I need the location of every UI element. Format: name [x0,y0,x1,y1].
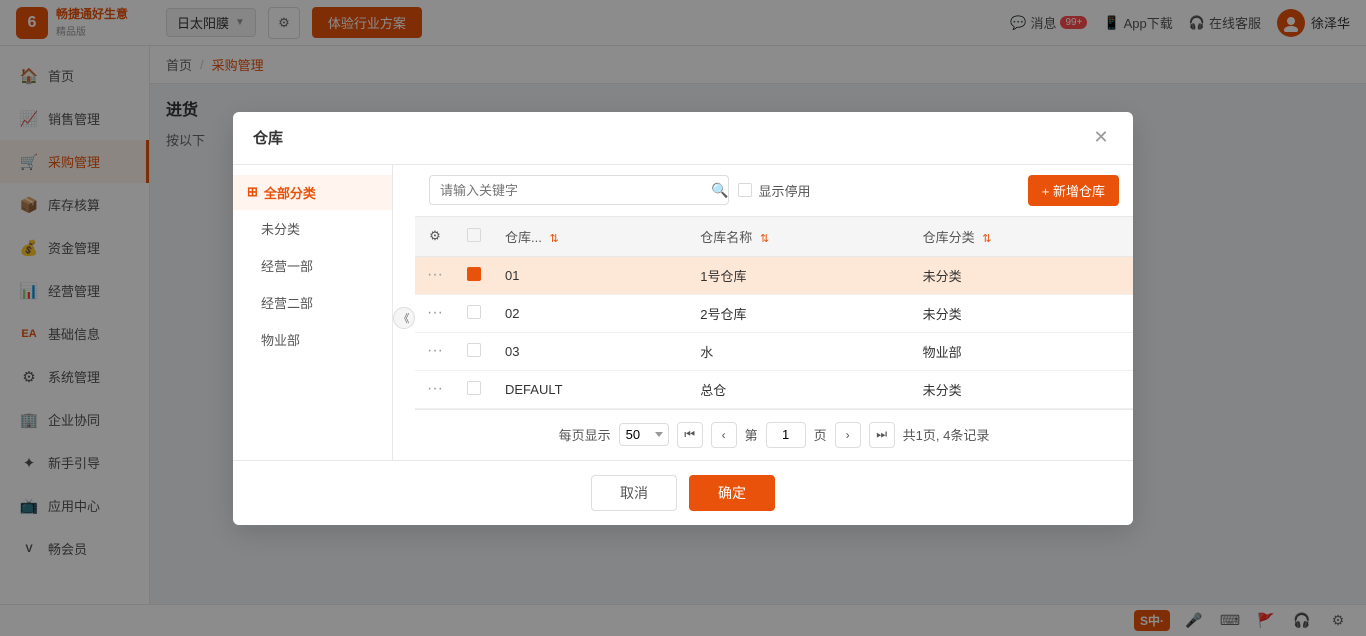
category-item-uncategorized[interactable]: 未分类 [233,210,392,247]
col-gear: ⚙ [415,217,455,257]
row-checkbox[interactable] [467,305,481,319]
row-code: 02 [493,294,688,332]
sort-code-icon[interactable]: ⇅ [549,233,558,245]
grid-icon: ⊞ [247,184,258,200]
row-code: 01 [493,256,688,294]
row-name: 水 [688,332,910,370]
search-input[interactable] [429,175,729,205]
col-code: 仓库... ⇅ [493,217,688,257]
col-name: 仓库名称 ⇅ [688,217,910,257]
show-disabled-checkbox[interactable] [738,183,752,197]
row-more-cell: ··· [415,370,455,408]
sort-category-icon[interactable]: ⇅ [982,233,991,245]
all-categories-label: 全部分类 [264,183,316,202]
per-page-label: 每页显示 [559,425,611,444]
category-item-ops1[interactable]: 经营一部 [233,247,392,284]
modal-main: 🔍 显示停用 + 新增仓库 ⚙ [415,165,1133,460]
row-category: 未分类 [911,294,1133,332]
row-name: 1号仓库 [688,256,910,294]
table-row[interactable]: ··· DEFAULT 总仓 未分类 [415,370,1133,408]
category-label-2: 经营二部 [261,296,313,311]
sort-name-icon[interactable]: ⇅ [760,233,769,245]
col-category: 仓库分类 ⇅ [911,217,1133,257]
row-category: 物业部 [911,332,1133,370]
row-name: 总仓 [688,370,910,408]
add-warehouse-button[interactable]: + 新增仓库 [1028,175,1119,206]
page-number-input[interactable] [766,422,806,448]
row-category: 未分类 [911,370,1133,408]
category-label-0: 未分类 [261,222,300,237]
last-page-button[interactable]: ⏭ [869,422,895,448]
modal-header: 仓库 ✕ [233,112,1133,165]
table-row[interactable]: ··· 02 2号仓库 未分类 [415,294,1133,332]
col-code-label: 仓库... [505,230,542,245]
row-category: 未分类 [911,256,1133,294]
modal-sidebar: ⊞ 全部分类 未分类 经营一部 经营二部 物业部 [233,165,393,460]
col-name-label: 仓库名称 [700,230,752,245]
collapse-button[interactable]: 《 [393,307,415,329]
row-more-cell: ··· [415,294,455,332]
row-more-icon[interactable]: ··· [427,266,443,283]
collapse-icon: 《 [399,310,410,326]
modal-body: ⊞ 全部分类 未分类 经营一部 经营二部 物业部 《 [233,165,1133,460]
show-disabled-label: 显示停用 [758,181,810,200]
row-more-icon[interactable]: ··· [427,342,443,359]
row-more-cell: ··· [415,256,455,294]
modal-toolbar: 🔍 显示停用 + 新增仓库 [415,165,1133,217]
warehouse-table: ⚙ 仓库... ⇅ 仓库名称 ⇅ [415,217,1133,409]
table-row[interactable]: ··· 03 水 物业部 [415,332,1133,370]
first-page-button[interactable]: ⏮ [677,422,703,448]
row-code: DEFAULT [493,370,688,408]
col-category-label: 仓库分类 [923,230,975,245]
row-check-cell [455,332,493,370]
table-row[interactable]: ··· 01 1号仓库 未分类 [415,256,1133,294]
select-all-checkbox[interactable] [467,228,481,242]
next-page-button[interactable]: › [835,422,861,448]
total-info: 共1页, 4条记录 [903,425,990,444]
pagination: 每页显示 50 100 ⏮ ‹ 第 页 › ⏭ 共1页, 4条记录 [415,409,1133,460]
row-code: 03 [493,332,688,370]
search-icon[interactable]: 🔍 [711,182,728,199]
prev-page-button[interactable]: ‹ [711,422,737,448]
show-disabled-checkbox-wrap: 显示停用 [738,181,810,200]
row-more-cell: ··· [415,332,455,370]
close-icon[interactable]: ✕ [1089,126,1113,150]
warehouse-modal: 仓库 ✕ ⊞ 全部分类 未分类 经营一部 经营二部 [233,112,1133,525]
per-page-select[interactable]: 50 100 [619,423,669,446]
modal-footer: 取消 确定 [233,460,1133,525]
row-more-icon[interactable]: ··· [427,304,443,321]
col-check [455,217,493,257]
page-suffix: 页 [814,425,827,444]
modal-title: 仓库 [253,127,283,148]
category-item-ops2[interactable]: 经营二部 [233,284,392,321]
row-checkbox[interactable] [467,267,481,281]
all-categories-item[interactable]: ⊞ 全部分类 [233,175,392,210]
row-more-icon[interactable]: ··· [427,380,443,397]
page-label: 第 [745,425,758,444]
modal-overlay: 仓库 ✕ ⊞ 全部分类 未分类 经营一部 经营二部 [0,0,1366,636]
row-name: 2号仓库 [688,294,910,332]
table-header-row: ⚙ 仓库... ⇅ 仓库名称 ⇅ [415,217,1133,257]
category-item-property[interactable]: 物业部 [233,321,392,358]
cancel-button[interactable]: 取消 [591,475,677,511]
table-body: ··· 01 1号仓库 未分类 ··· 02 2号仓库 未分类 ··· [415,256,1133,408]
category-label-3: 物业部 [261,333,300,348]
collapse-area: 《 [393,165,415,460]
row-check-cell [455,370,493,408]
row-check-cell [455,256,493,294]
warehouse-table-inner: ⚙ 仓库... ⇅ 仓库名称 ⇅ [415,217,1133,409]
row-checkbox[interactable] [467,381,481,395]
confirm-button[interactable]: 确定 [689,475,775,511]
category-label-1: 经营一部 [261,259,313,274]
row-checkbox[interactable] [467,343,481,357]
row-check-cell [455,294,493,332]
